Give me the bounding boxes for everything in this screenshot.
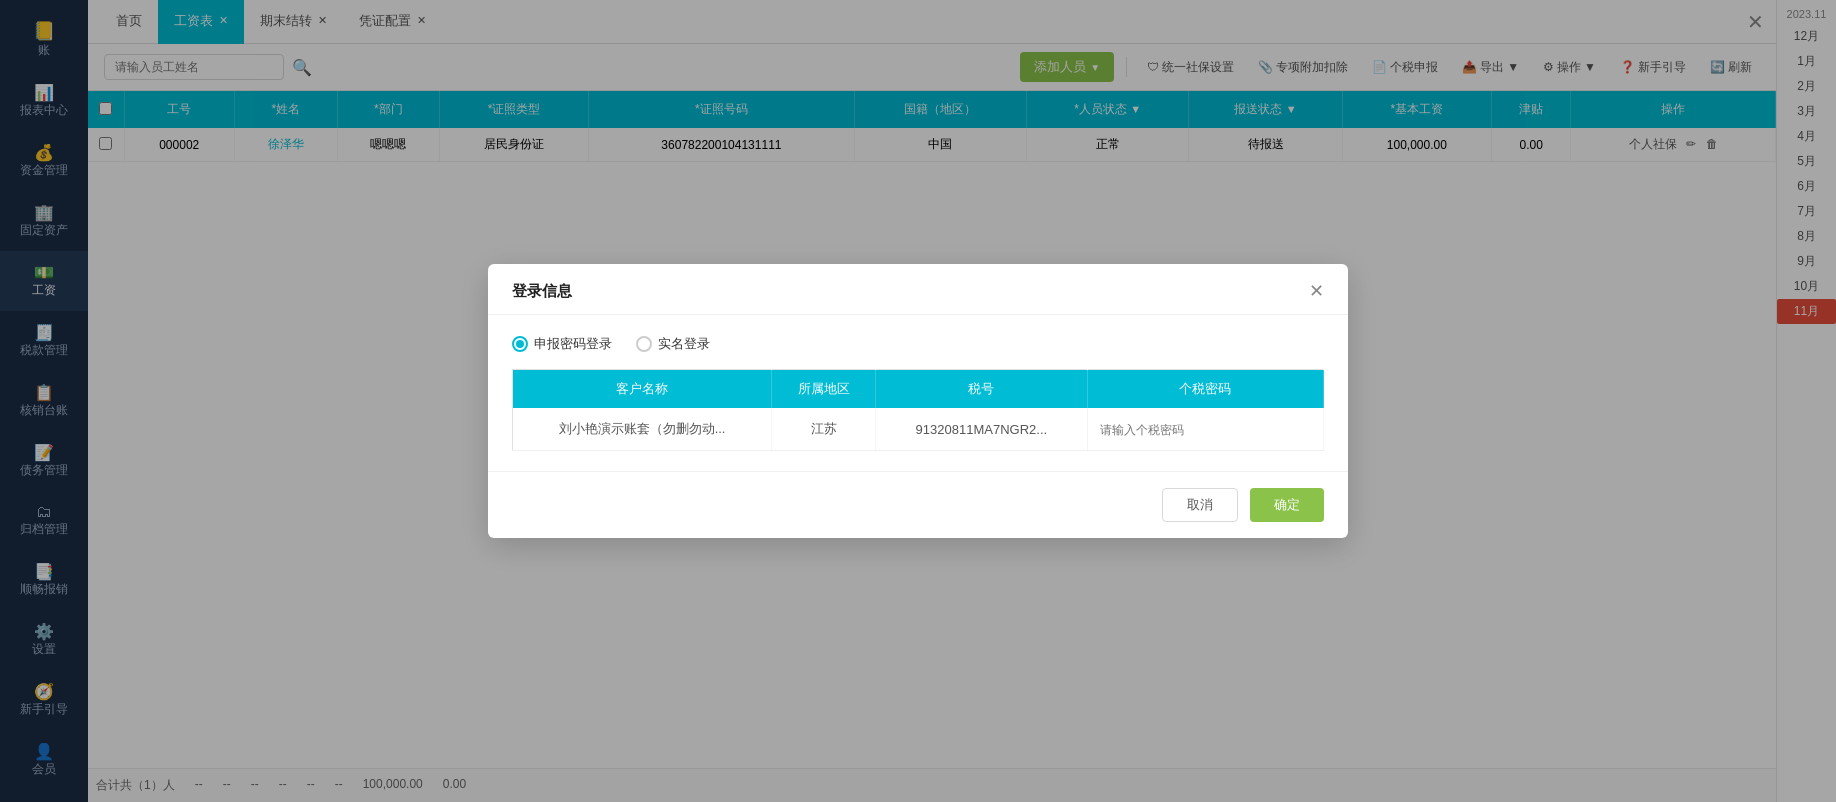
dialog-cell-tax-number: 91320811MA7NGR2... [876,408,1087,451]
tax-password-input[interactable] [1100,423,1311,437]
dialog-overlay: 登录信息 ✕ 申报密码登录 实名登录 客户名称 所属 [0,0,1836,802]
login-dialog: 登录信息 ✕ 申报密码登录 实名登录 客户名称 所属 [488,264,1348,538]
dialog-title: 登录信息 [512,282,572,301]
dialog-footer: 取消 确定 [488,471,1348,538]
radio-realname-login[interactable]: 实名登录 [636,335,710,353]
dialog-col-tax-password: 个税密码 [1087,370,1323,409]
dialog-table: 客户名称 所属地区 税号 个税密码 刘小艳演示账套（勿删勿动... 江苏 913… [512,369,1324,451]
dialog-header: 登录信息 ✕ [488,264,1348,315]
cancel-button[interactable]: 取消 [1162,488,1238,522]
dialog-col-client-name: 客户名称 [513,370,772,409]
radio-password-login[interactable]: 申报密码登录 [512,335,612,353]
dialog-cell-tax-password[interactable] [1087,408,1323,451]
radio-group: 申报密码登录 实名登录 [512,335,1324,353]
dialog-cell-client-name: 刘小艳演示账套（勿删勿动... [513,408,772,451]
dialog-cell-region: 江苏 [772,408,876,451]
dialog-col-tax-number: 税号 [876,370,1087,409]
confirm-button[interactable]: 确定 [1250,488,1324,522]
radio-circle-password[interactable] [512,336,528,352]
dialog-table-row: 刘小艳演示账套（勿删勿动... 江苏 91320811MA7NGR2... [513,408,1324,451]
dialog-close-button[interactable]: ✕ [1309,280,1324,302]
radio-circle-realname[interactable] [636,336,652,352]
dialog-col-region: 所属地区 [772,370,876,409]
dialog-body: 申报密码登录 实名登录 客户名称 所属地区 税号 个税密码 [488,315,1348,471]
